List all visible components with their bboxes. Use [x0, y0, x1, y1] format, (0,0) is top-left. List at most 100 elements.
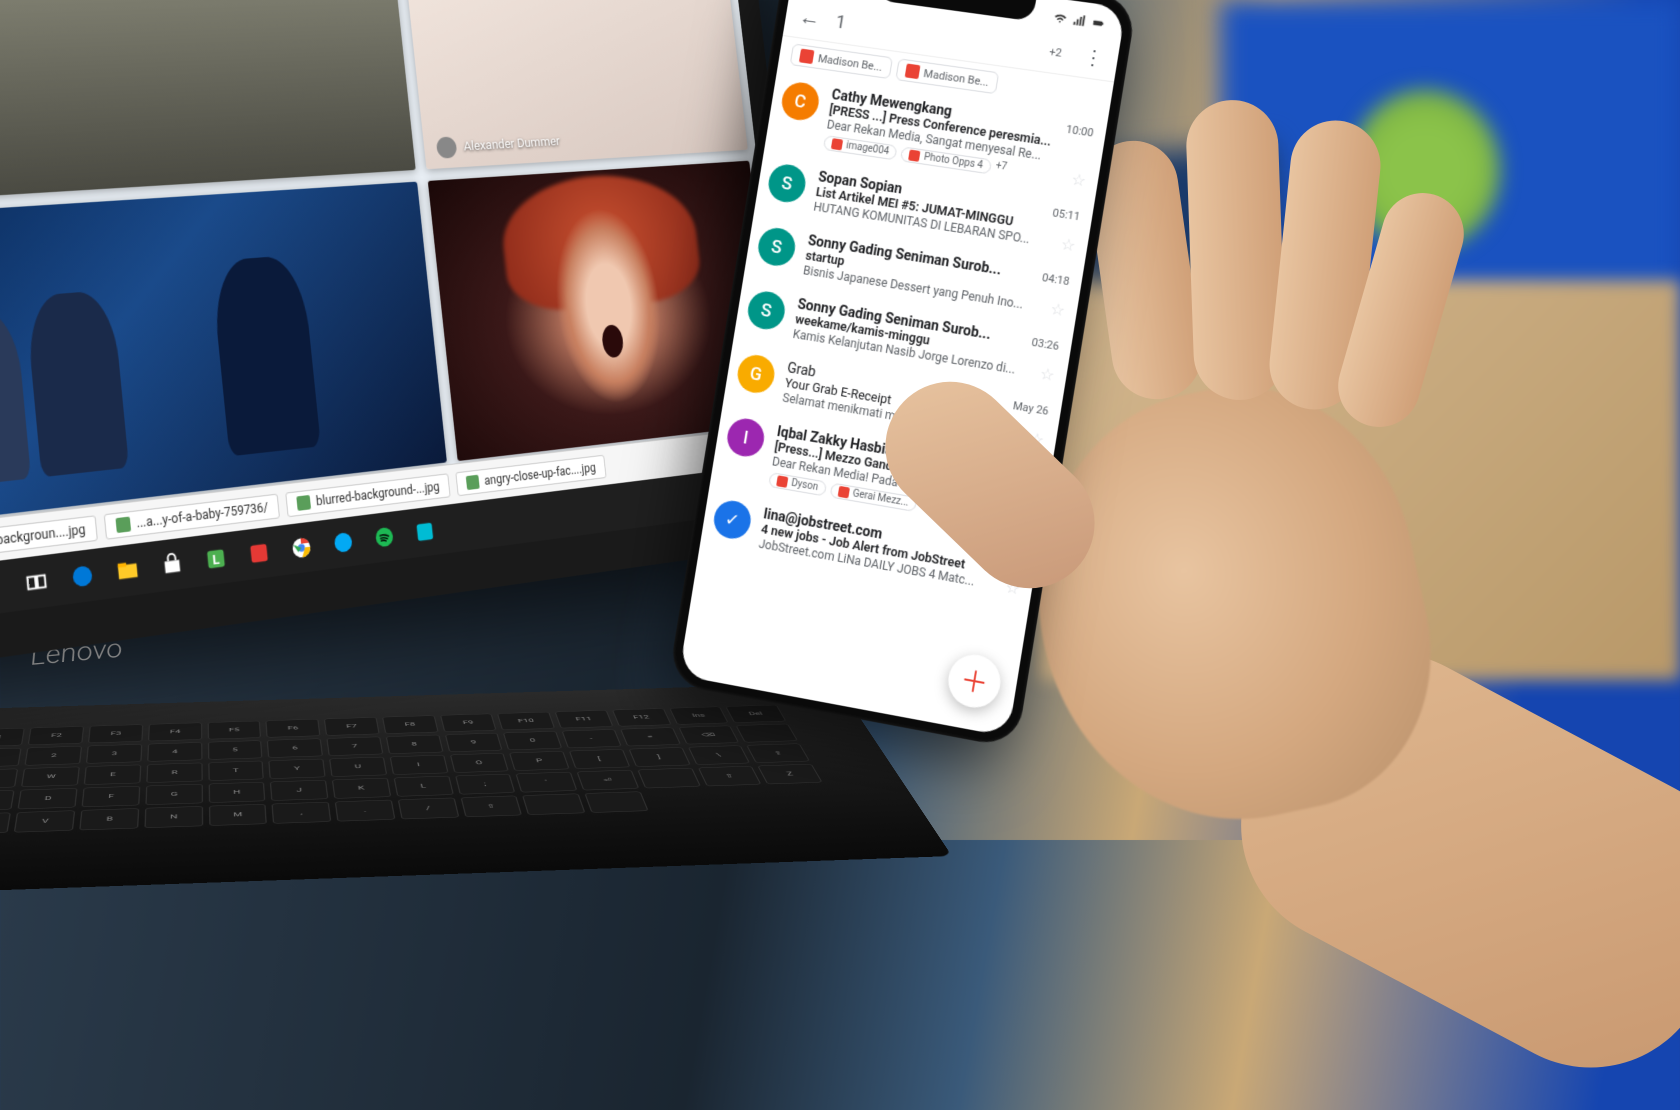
keyboard-key: F12 [612, 708, 671, 726]
keyboard-key: ⏎ [577, 770, 639, 791]
attachment-more: +5 [920, 498, 933, 515]
app-icon[interactable] [322, 520, 364, 566]
app-icon[interactable] [237, 530, 280, 576]
wifi-icon [1052, 10, 1068, 26]
keyboard-key: D [18, 788, 78, 809]
search-icon[interactable] [0, 564, 13, 613]
avatar[interactable]: S [756, 226, 798, 269]
email-list[interactable]: CCathy Mewengkang10:00[PRESS ...] Press … [699, 69, 1108, 609]
overflow-count: +2 [1048, 45, 1062, 60]
edge-icon[interactable] [60, 552, 105, 600]
star-icon[interactable]: ☆ [1028, 429, 1045, 450]
keyboard-key: W [22, 767, 80, 787]
keyboard-key: 7 [327, 737, 384, 756]
keyboard-key: G [145, 784, 202, 805]
attachment-more: +7 [994, 160, 1008, 177]
store-icon[interactable] [150, 541, 194, 588]
keyboard-key [736, 724, 798, 743]
keyboard-key [584, 791, 648, 812]
star-icon[interactable]: ☆ [1060, 234, 1077, 255]
keyboard-key: K [332, 778, 391, 799]
star-icon[interactable]: ☆ [1004, 577, 1021, 598]
task-view-icon[interactable] [13, 558, 59, 607]
app-icon[interactable] [404, 509, 445, 554]
keyboard-key: \ [688, 745, 751, 765]
attachment-name: Gerai Mezz... [852, 488, 910, 508]
keyboard-key: F8 [382, 715, 438, 733]
chip-label: Madison Be... [923, 67, 990, 89]
keyboard-key: ⇪ [746, 743, 810, 763]
keyboard-key: J [270, 780, 328, 801]
keyboard-key [522, 793, 585, 815]
back-icon[interactable]: ← [797, 4, 822, 32]
keyboard-key: S [0, 790, 15, 811]
keyboard-key: Del [726, 705, 787, 723]
gallery-tile[interactable] [0, 0, 416, 202]
keyboard-key: = [620, 727, 681, 746]
gallery-tile[interactable]: ⊕ ♡ Alexander Dummer [402, 0, 748, 170]
signal-icon [1071, 13, 1087, 29]
keyboard-key: ⇧ [460, 796, 522, 818]
file-icon [466, 474, 480, 489]
attachment-name: image004 [845, 140, 890, 157]
keyboard-key: U [329, 757, 387, 777]
photo-credit[interactable]: Alexander Dummer [436, 131, 561, 159]
file-icon [296, 494, 311, 510]
keyboard-key: F1 [0, 728, 25, 747]
compose-fab[interactable]: ＋ [945, 651, 1005, 712]
keyboard-key: 0 [503, 731, 562, 750]
keyboard-key: L [394, 776, 454, 797]
keyboard-key: 3 [86, 744, 142, 764]
download-filename: ...a...y-of-a-baby-759736/ [136, 499, 269, 530]
keyboard-key: [ [569, 749, 630, 769]
attachment-name: Photo Opps 4 [923, 152, 984, 172]
explorer-icon[interactable] [105, 547, 150, 595]
keyboard-key: - [562, 729, 622, 748]
keyboard-key: ⇧ [697, 766, 761, 786]
keyboard-key: 4 [147, 742, 202, 761]
app-icon[interactable]: L [194, 536, 238, 583]
star-icon[interactable]: ☆ [1049, 299, 1066, 320]
download-filename: blurred-background-...jpg [315, 479, 440, 508]
keyboard-key: E [84, 765, 141, 785]
spotify-icon[interactable] [364, 515, 405, 560]
keyboard-key: F3 [88, 724, 143, 743]
keyboard-key: 8 [386, 735, 443, 754]
keyboard-key: 2 [25, 746, 82, 766]
menu-icon[interactable]: ⋮ [1082, 44, 1106, 71]
keyboard-key: F [82, 786, 140, 807]
keyboard-key: Y [269, 759, 326, 779]
keyboard-key: P [509, 751, 569, 771]
keyboard-key: 1 [0, 748, 22, 768]
star-icon[interactable]: ☆ [1015, 512, 1032, 533]
keyboard-key: C [0, 812, 11, 834]
chrome-icon[interactable] [280, 525, 322, 571]
keyboard-key: F4 [148, 723, 202, 742]
avatar[interactable]: G [735, 352, 777, 395]
image-icon [908, 150, 920, 162]
avatar[interactable]: ✓ [711, 498, 753, 542]
file-icon [115, 516, 131, 533]
star-icon[interactable]: ☆ [1039, 364, 1056, 385]
keyboard-key: M [209, 804, 267, 826]
keyboard-key: T [208, 761, 264, 781]
image-icon [799, 49, 815, 65]
keyboard-key: 9 [445, 733, 503, 752]
avatar[interactable]: S [766, 162, 808, 205]
download-filename: blurred-backgroun....jpg [0, 521, 86, 552]
star-icon[interactable]: ☆ [1070, 169, 1087, 190]
chip-label: Madison Be... [817, 52, 883, 74]
battery-icon [1090, 15, 1106, 31]
keyboard-key: ⌫ [678, 726, 739, 745]
keyboard-key: . [335, 800, 395, 822]
keyboard-key: Ins [669, 707, 729, 725]
keyboard-key: R [146, 763, 202, 783]
keyboard-key: F2 [28, 726, 84, 745]
image-icon [831, 138, 843, 150]
keyboard-key: N [144, 806, 202, 828]
avatar[interactable]: I [725, 416, 767, 459]
avatar[interactable]: S [745, 289, 787, 332]
laptop-keyboard: EscF1F2F3F4F5F6F7F8F9F10F11F12InsDel~123… [0, 683, 952, 899]
keyboard-key: I [390, 755, 449, 775]
avatar[interactable]: C [779, 80, 821, 122]
